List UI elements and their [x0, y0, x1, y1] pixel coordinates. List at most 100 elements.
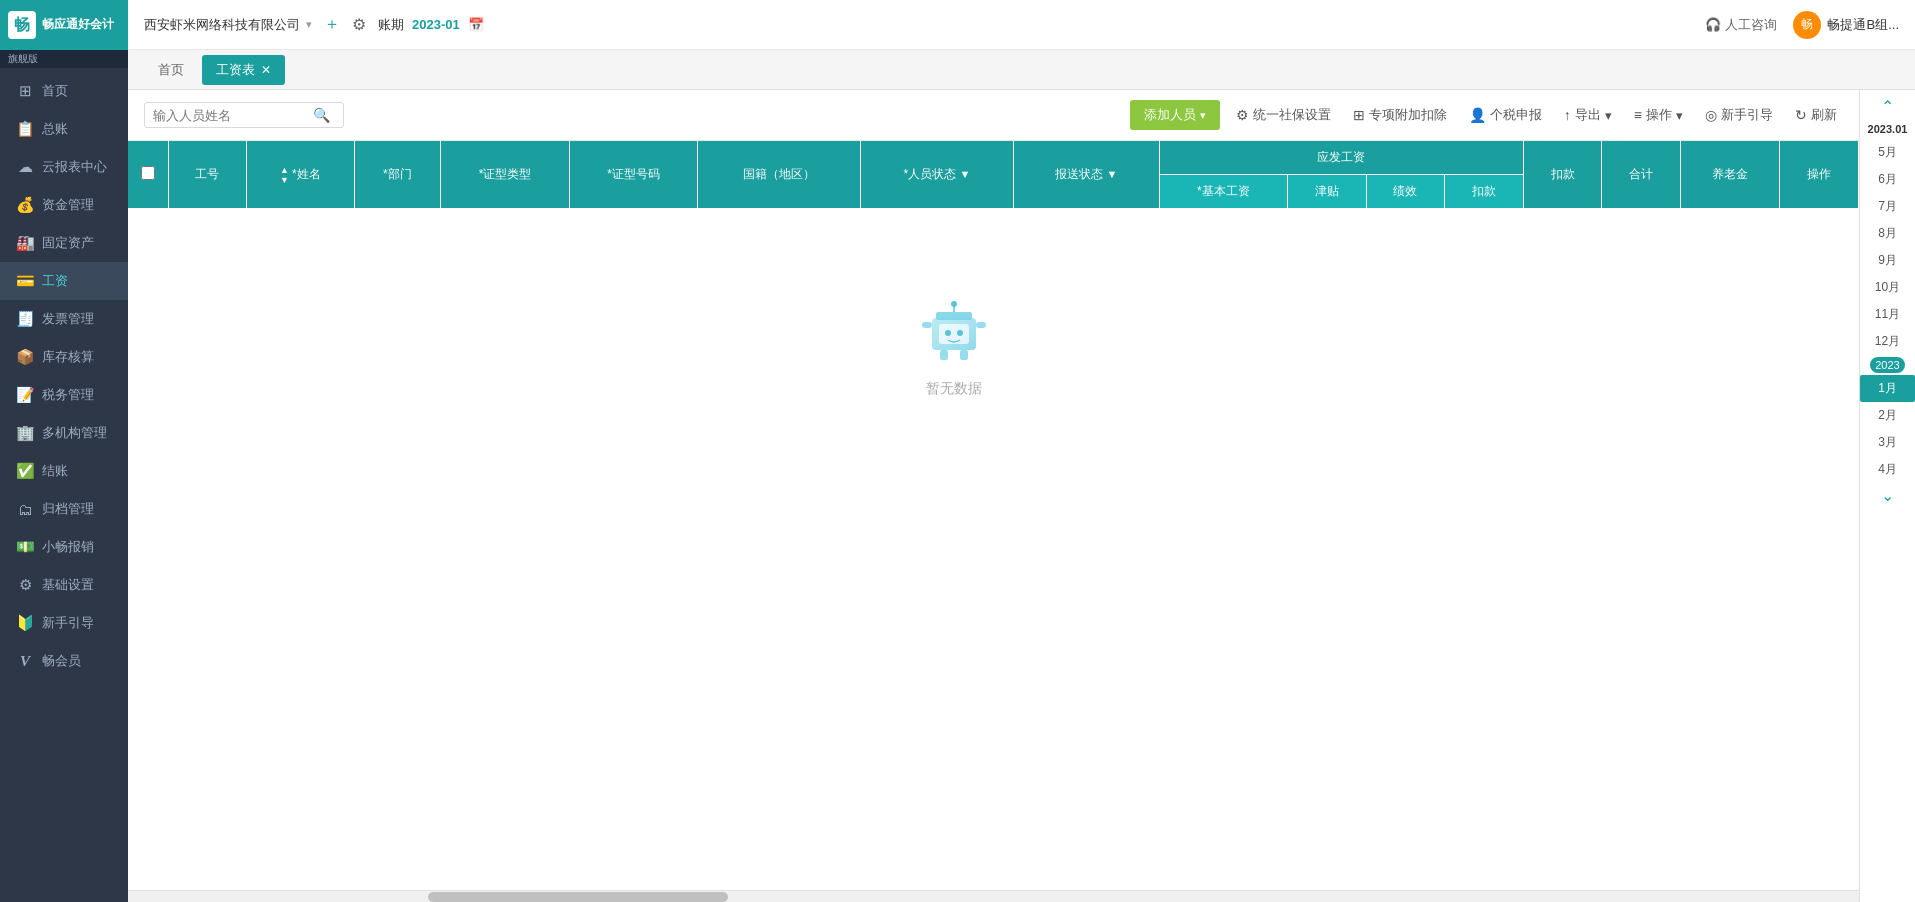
export-dropdown-icon: ▾	[1605, 108, 1612, 123]
sidebar-item-label: 工资	[42, 272, 68, 290]
header-report-status: 报送状态 ▼	[1014, 141, 1159, 208]
status-filter-icon[interactable]: ▼	[960, 168, 971, 180]
export-action[interactable]: ↑ 导出 ▾	[1558, 102, 1618, 128]
month-item-7[interactable]: 7月	[1860, 193, 1915, 220]
sidebar-item-guide[interactable]: 🔰 新手引导	[0, 604, 128, 642]
sidebar-item-label: 总账	[42, 120, 68, 138]
header-deduction2: 扣款	[1445, 175, 1524, 209]
sidebar-item-fund[interactable]: 💰 资金管理	[0, 186, 128, 224]
payroll-table: 工号 ▲▼ *姓名 *部门 *证型类型 *证型号码 国籍（地区）	[128, 141, 1859, 478]
company-selector[interactable]: 西安虾米网络科技有限公司 ▾	[144, 16, 312, 34]
refresh-action[interactable]: ↻ 刷新	[1789, 102, 1843, 128]
social-security-icon: ⚙	[1236, 107, 1249, 123]
month-item-4[interactable]: 4月	[1860, 456, 1915, 483]
month-item-9[interactable]: 9月	[1860, 247, 1915, 274]
toolbar: 🔍 添加人员 ▾ ⚙ 统一社保设置 ⊞ 专项附加扣除	[128, 90, 1859, 141]
sidebar-item-tax[interactable]: 📝 税务管理	[0, 376, 128, 414]
main-area: 西安虾米网络科技有限公司 ▾ ＋ ⚙ 账期 2023-01 📅 🎧 人工咨询 畅…	[128, 0, 1915, 902]
year-badge-2023: 2023	[1870, 357, 1904, 373]
month-item-8[interactable]: 8月	[1860, 220, 1915, 247]
month-item-3[interactable]: 3月	[1860, 429, 1915, 456]
sidebar-item-label: 税务管理	[42, 386, 94, 404]
special-deduction-icon: ⊞	[1353, 107, 1365, 123]
sidebar-item-label: 首页	[42, 82, 68, 100]
user-info[interactable]: 畅 畅提通B组...	[1793, 11, 1899, 39]
period-value: 2023-01	[412, 17, 460, 32]
sidebar-item-settings[interactable]: ⚙ 基础设置	[0, 566, 128, 604]
expense-icon: 💵	[16, 538, 34, 556]
search-wrap: 🔍	[144, 102, 344, 128]
inventory-icon: 📦	[16, 348, 34, 366]
service-button[interactable]: 🎧 人工咨询	[1705, 16, 1777, 34]
new-guide-action[interactable]: ◎ 新手引导	[1699, 102, 1779, 128]
operations-dropdown-icon: ▾	[1676, 108, 1683, 123]
multi-org-icon: 🏢	[16, 424, 34, 442]
sidebar-item-invoice[interactable]: 🧾 发票管理	[0, 300, 128, 338]
select-all-checkbox[interactable]	[141, 166, 155, 180]
sidebar-item-member[interactable]: V 畅会员	[0, 642, 128, 680]
content-main: 🔍 添加人员 ▾ ⚙ 统一社保设置 ⊞ 专项附加扣除	[128, 90, 1859, 902]
header-payroll-group: 应发工资	[1159, 141, 1523, 175]
report-filter-icon[interactable]: ▼	[1107, 168, 1118, 180]
logo-text: 畅应通好会计	[42, 17, 114, 33]
sidebar: 畅 畅应通好会计 旗舰版 ⊞ 首页 📋 总账 ☁ 云报表中心 💰 资金管理 🏭 …	[0, 0, 128, 902]
operations-action[interactable]: ≡ 操作 ▾	[1628, 102, 1689, 128]
toolbar-right: 添加人员 ▾ ⚙ 统一社保设置 ⊞ 专项附加扣除 👤 个税申报	[1130, 100, 1843, 130]
user-name: 畅提通B组...	[1827, 16, 1899, 34]
header-actions: 操作	[1780, 141, 1859, 208]
add-person-label: 添加人员	[1144, 106, 1196, 124]
sidebar-item-ledger[interactable]: 📋 总账	[0, 110, 128, 148]
sidebar-item-checkout[interactable]: ✅ 结账	[0, 452, 128, 490]
header-performance: 绩效	[1366, 175, 1445, 209]
month-item-1[interactable]: 1月	[1860, 375, 1915, 402]
month-item-2[interactable]: 2月	[1860, 402, 1915, 429]
calendar-icon[interactable]: 📅	[468, 17, 484, 32]
month-item-11[interactable]: 11月	[1860, 301, 1915, 328]
sidebar-item-payroll[interactable]: 💳 工资	[0, 262, 128, 300]
sidebar-item-archive[interactable]: 🗂 归档管理	[0, 490, 128, 528]
month-scroll-up-button[interactable]: ⌃	[1878, 94, 1897, 119]
scrollbar-thumb[interactable]	[428, 892, 728, 902]
logo-icon: 畅	[8, 11, 36, 39]
tab-close-icon[interactable]: ✕	[261, 63, 271, 77]
tab-home[interactable]: 首页	[144, 55, 198, 85]
add-person-button[interactable]: 添加人员 ▾	[1130, 100, 1220, 130]
sidebar-item-label: 基础设置	[42, 576, 94, 594]
tax-icon: 📝	[16, 386, 34, 404]
sidebar-item-label: 云报表中心	[42, 158, 107, 176]
sidebar-item-label: 结账	[42, 462, 68, 480]
month-panel-year-header: 2023.01	[1864, 119, 1912, 139]
sidebar-item-multi-org[interactable]: 🏢 多机构管理	[0, 414, 128, 452]
empty-text: 暂无数据	[926, 380, 982, 398]
svg-point-6	[951, 301, 957, 307]
month-item-5[interactable]: 5月	[1860, 139, 1915, 166]
sidebar-item-cloud-report[interactable]: ☁ 云报表中心	[0, 148, 128, 186]
personal-tax-icon: 👤	[1469, 107, 1486, 123]
headset-icon: 🎧	[1705, 17, 1721, 32]
header-bonus: 津贴	[1288, 175, 1367, 209]
header-nation: 国籍（地区）	[698, 141, 860, 208]
sidebar-item-home[interactable]: ⊞ 首页	[0, 72, 128, 110]
horizontal-scrollbar[interactable]	[128, 890, 1859, 902]
settings-button[interactable]: ⚙	[352, 15, 366, 34]
archive-icon: 🗂	[16, 501, 34, 518]
home-icon: ⊞	[16, 82, 34, 100]
add-company-button[interactable]: ＋	[324, 14, 340, 35]
social-security-action[interactable]: ⚙ 统一社保设置	[1230, 102, 1337, 128]
month-scroll-down-button[interactable]: ⌄	[1878, 483, 1897, 508]
svg-rect-9	[940, 350, 948, 360]
month-item-10[interactable]: 10月	[1860, 274, 1915, 301]
sidebar-item-fixed-assets[interactable]: 🏭 固定资产	[0, 224, 128, 262]
sidebar-item-inventory[interactable]: 📦 库存核算	[0, 338, 128, 376]
month-item-6[interactable]: 6月	[1860, 166, 1915, 193]
search-input[interactable]	[153, 108, 313, 123]
month-item-12[interactable]: 12月	[1860, 328, 1915, 355]
fixed-assets-icon: 🏭	[16, 234, 34, 252]
search-icon[interactable]: 🔍	[313, 107, 330, 123]
sidebar-nav: ⊞ 首页 📋 总账 ☁ 云报表中心 💰 资金管理 🏭 固定资产 💳 工资 🧾 发…	[0, 68, 128, 902]
guide-icon: 🔰	[16, 614, 34, 632]
sidebar-item-expense[interactable]: 💵 小畅报销	[0, 528, 128, 566]
personal-tax-action[interactable]: 👤 个税申报	[1463, 102, 1548, 128]
tab-payroll-table[interactable]: 工资表 ✕	[202, 55, 285, 85]
special-deduction-action[interactable]: ⊞ 专项附加扣除	[1347, 102, 1453, 128]
